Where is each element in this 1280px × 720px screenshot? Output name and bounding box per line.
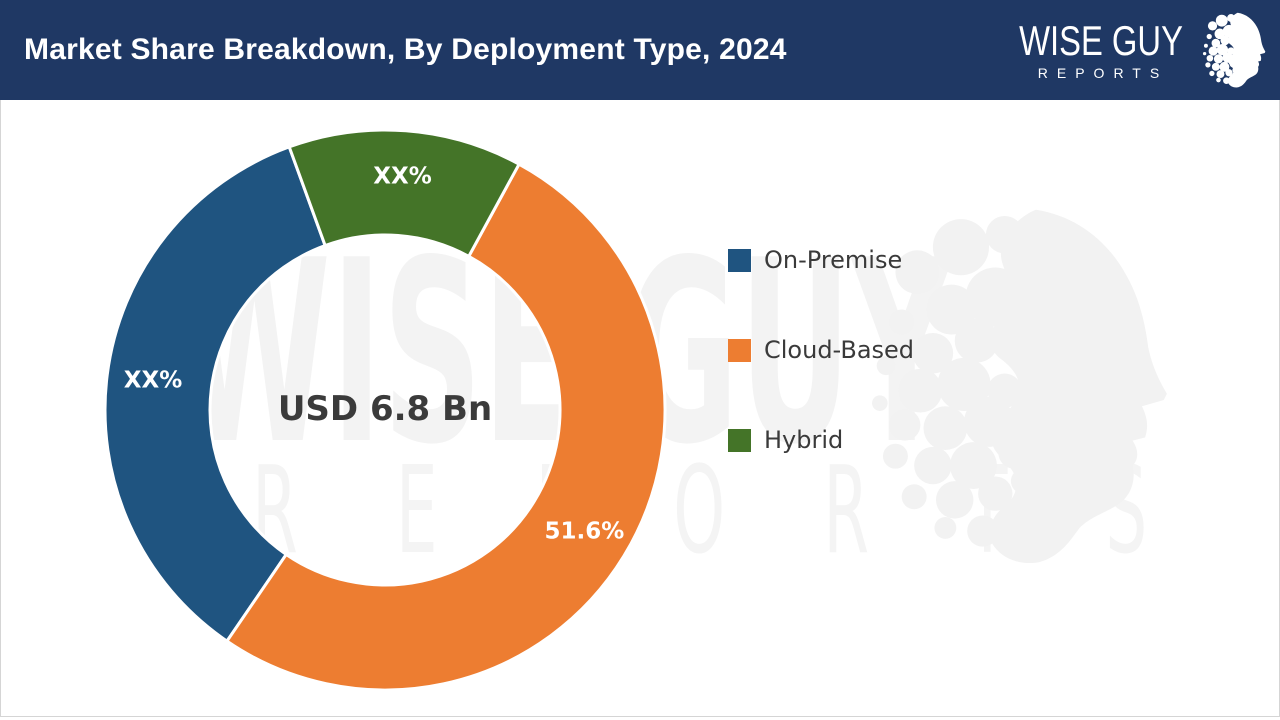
legend-label: Cloud-Based xyxy=(764,336,915,364)
legend-item-hybrid: Hybrid xyxy=(728,427,914,453)
legend-label: On-Premise xyxy=(764,246,903,274)
logo-text: WISE GUY REPORTS xyxy=(996,16,1206,81)
header-bar: Market Share Breakdown, By Deployment Ty… xyxy=(0,0,1280,100)
chart-legend: On-Premise Cloud-Based Hybrid xyxy=(728,247,914,453)
wise-guy-reports-logo: WISE GUY REPORTS xyxy=(996,11,1266,89)
report-page: Market Share Breakdown, By Deployment Ty… xyxy=(0,0,1280,720)
slice-label-on-premise: XX% xyxy=(124,367,183,393)
logo-wordmark: WISE GUY xyxy=(1019,16,1183,64)
legend-item-on-premise: On-Premise xyxy=(728,247,914,273)
chart-center-value: USD 6.8 Bn xyxy=(277,389,493,429)
logo-subtitle: REPORTS xyxy=(1037,64,1169,81)
legend-item-cloud-based: Cloud-Based xyxy=(728,337,914,363)
page-title: Market Share Breakdown, By Deployment Ty… xyxy=(24,33,787,66)
slice-label-cloud-based: 51.6% xyxy=(544,519,624,545)
dotted-head-logo-icon xyxy=(1202,12,1266,88)
legend-swatch-icon xyxy=(728,248,751,272)
slice-label-hybrid: XX% xyxy=(373,163,432,189)
legend-swatch-icon xyxy=(728,338,751,362)
legend-label: Hybrid xyxy=(764,426,844,454)
legend-swatch-icon xyxy=(728,428,751,452)
donut-chart: XX% 51.6% XX% xyxy=(103,128,667,692)
